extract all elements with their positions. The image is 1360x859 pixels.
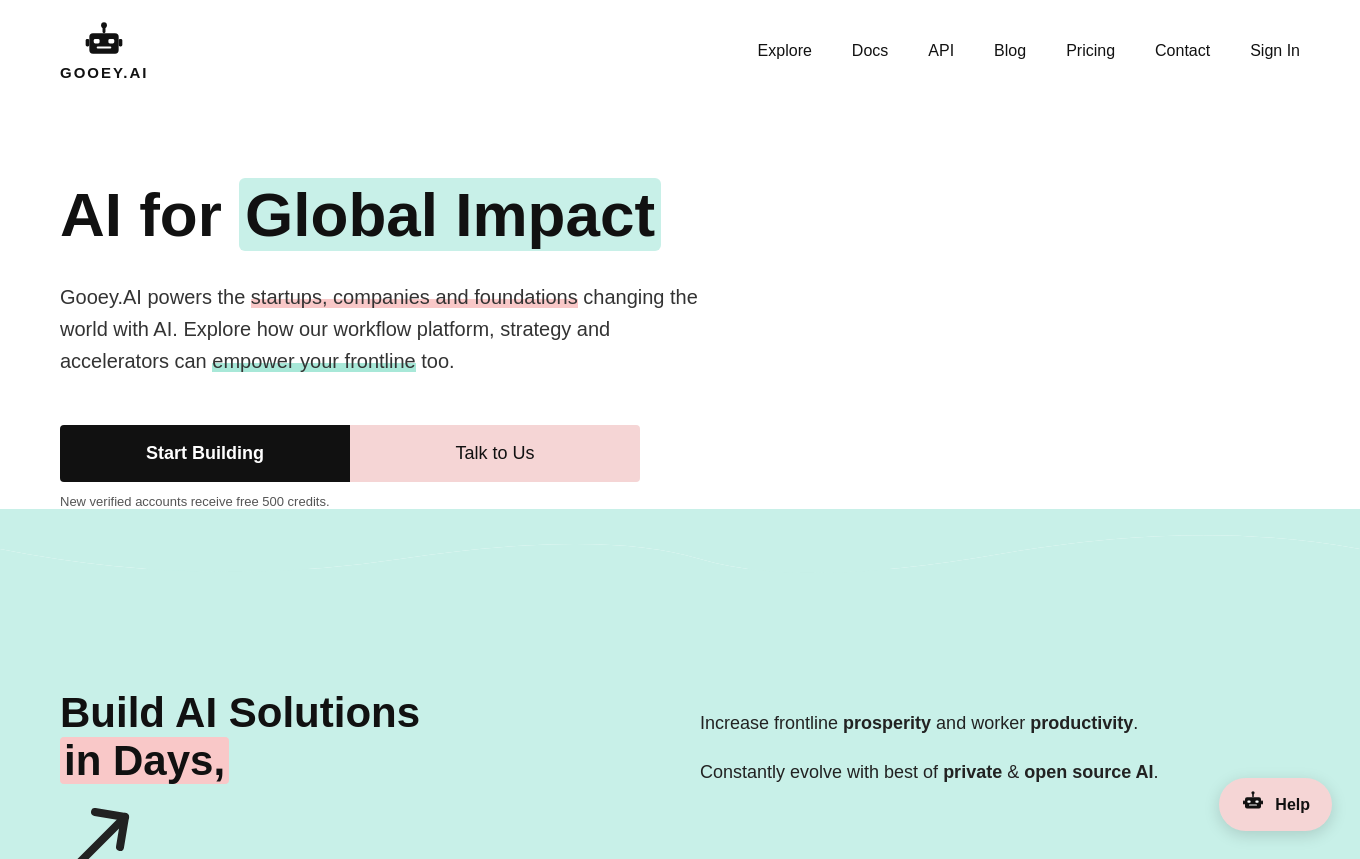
bd2-plain1: Constantly evolve with best of	[700, 762, 943, 782]
bottom-desc-1: Increase frontline prosperity and worker…	[700, 709, 1300, 738]
nav-signin[interactable]: Sign In	[1250, 42, 1300, 59]
bd1-plain1: Increase frontline	[700, 713, 843, 733]
bottom-title: Build AI Solutions in Days,	[60, 689, 660, 786]
hero-desc-highlight1: startups, companies and foundations	[251, 286, 578, 308]
hero-title-highlight: Global Impact	[239, 178, 661, 251]
hero-desc-highlight2: empower your frontline	[212, 350, 415, 372]
hero-desc-part1: Gooey.AI powers the	[60, 286, 251, 308]
nav-api[interactable]: API	[928, 42, 954, 59]
svg-rect-10	[1248, 800, 1251, 802]
wave-divider	[0, 509, 1360, 589]
cta-row: Start Building Talk to Us	[60, 425, 840, 482]
hero-description: Gooey.AI powers the startups, companies …	[60, 281, 720, 377]
hero-section: AI for Global Impact Gooey.AI powers the…	[0, 101, 900, 569]
logo-text: GOOEY.AI	[60, 64, 149, 81]
logo-icon	[82, 20, 126, 64]
nav-links: Explore Docs API Blog Pricing Contact Si…	[758, 42, 1300, 60]
help-label: Help	[1275, 796, 1310, 814]
bd1-bold1: prosperity	[843, 713, 931, 733]
teal-section: Build AI Solutions in Days, Increase fro…	[0, 569, 1360, 859]
bottom-desc-2: Constantly evolve with best of private &…	[700, 758, 1300, 787]
credits-note: New verified accounts receive free 500 c…	[60, 494, 840, 509]
logo[interactable]: GOOEY.AI	[60, 20, 149, 81]
bd1-plain2: and worker	[931, 713, 1030, 733]
svg-line-8	[70, 817, 125, 859]
svg-rect-15	[1261, 800, 1263, 804]
help-button[interactable]: Help	[1219, 778, 1332, 831]
start-building-button[interactable]: Start Building	[60, 425, 350, 482]
bd2-plain2: &	[1002, 762, 1024, 782]
talk-to-us-button[interactable]: Talk to Us	[350, 425, 640, 482]
bd2-end: .	[1154, 762, 1159, 782]
bottom-title-highlight: in Days,	[60, 737, 229, 784]
nav-explore[interactable]: Explore	[758, 42, 812, 59]
bottom-section: Build AI Solutions in Days, Increase fro…	[0, 649, 1360, 859]
nav-pricing[interactable]: Pricing	[1066, 42, 1115, 59]
svg-rect-11	[1256, 800, 1259, 802]
svg-rect-1	[94, 39, 100, 43]
hero-title-plain: AI for	[60, 180, 239, 249]
navbar: GOOEY.AI Explore Docs API Blog Pricing C…	[0, 0, 1360, 101]
nav-contact[interactable]: Contact	[1155, 42, 1210, 59]
hero-desc-part3: too.	[416, 350, 455, 372]
bd1-end: .	[1133, 713, 1138, 733]
help-robot-icon	[1241, 790, 1265, 819]
svg-rect-5	[86, 39, 90, 46]
svg-point-13	[1252, 791, 1255, 794]
bd2-bold1: private	[943, 762, 1002, 782]
bd2-bold2: open source AI	[1024, 762, 1153, 782]
svg-rect-14	[1243, 800, 1245, 804]
svg-rect-6	[119, 39, 123, 46]
bottom-right: Increase frontline prosperity and worker…	[700, 689, 1300, 807]
nav-blog[interactable]: Blog	[994, 42, 1026, 59]
svg-rect-7	[97, 46, 112, 48]
svg-rect-0	[90, 33, 119, 54]
bottom-left: Build AI Solutions in Days,	[60, 689, 660, 859]
svg-rect-9	[1245, 797, 1261, 808]
svg-rect-2	[109, 39, 115, 43]
bottom-title-line1: Build AI Solutions	[60, 689, 420, 736]
svg-point-4	[101, 22, 107, 28]
nav-docs[interactable]: Docs	[852, 42, 888, 59]
svg-rect-16	[1249, 804, 1257, 805]
bd1-bold2: productivity	[1030, 713, 1133, 733]
arrow-graphic	[60, 802, 660, 859]
hero-title: AI for Global Impact	[60, 181, 840, 249]
